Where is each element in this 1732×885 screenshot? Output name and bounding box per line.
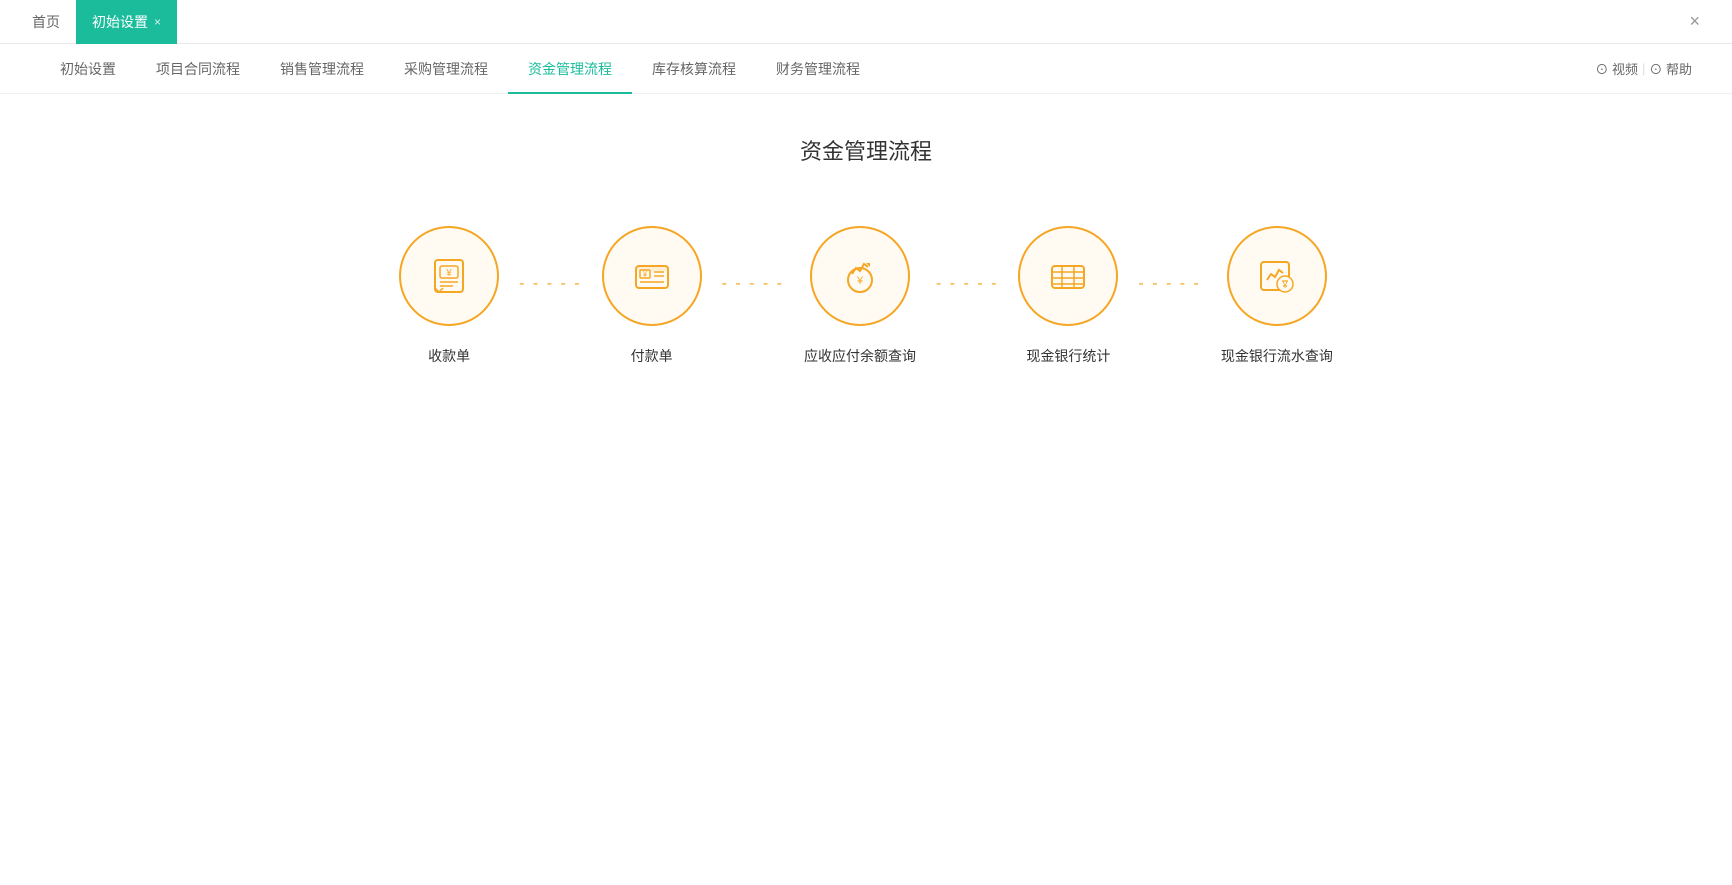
home-tab[interactable]: 首页 [16, 0, 76, 44]
nav-divider: | [1642, 61, 1645, 76]
window-close-button[interactable]: × [1673, 11, 1716, 32]
nav-right-actions: ⊙ 视频 | ⊙ 帮助 [1595, 59, 1692, 78]
flow-item-cash-flow-circle: ¥ [1227, 226, 1327, 326]
flow-item-cash-bank-label: 现金银行统计 [1026, 346, 1110, 366]
nav-item-fund-mgmt[interactable]: 资金管理流程 [508, 44, 632, 94]
flow-item-cash-bank-circle [1018, 226, 1118, 326]
top-bar: 首页 初始设置 × × [0, 0, 1732, 44]
nav-item-purchase-mgmt[interactable]: 采购管理流程 [384, 44, 508, 94]
receivable-icon: ¥ [836, 252, 884, 300]
close-icon[interactable]: × [154, 15, 161, 29]
flow-item-cash-flow[interactable]: ¥ 现金银行流水查询 [1221, 226, 1333, 366]
flow-item-receivable-circle: ¥ [810, 226, 910, 326]
nav-item-finance-mgmt[interactable]: 财务管理流程 [756, 44, 880, 94]
nav-bar: 初始设置 项目合同流程 销售管理流程 采购管理流程 资金管理流程 库存核算流程 … [0, 44, 1732, 94]
nav-item-sales-mgmt[interactable]: 销售管理流程 [260, 44, 384, 94]
main-content: 资金管理流程 ¥ 收款单 - - - - - [0, 94, 1732, 406]
nav-item-inventory[interactable]: 库存核算流程 [632, 44, 756, 94]
connector-4: - - - - - [1118, 275, 1220, 317]
svg-text:¥: ¥ [641, 270, 647, 279]
svg-text:¥: ¥ [856, 275, 864, 287]
page-title: 资金管理流程 [800, 134, 932, 166]
nav-item-initial-setup[interactable]: 初始设置 [40, 44, 136, 94]
flow-item-payment[interactable]: ¥ 付款单 [602, 226, 702, 366]
video-link[interactable]: ⊙ 视频 [1595, 59, 1638, 78]
flow-item-receivable-label: 应收应付余额查询 [804, 346, 916, 366]
flow-item-cash-flow-label: 现金银行流水查询 [1221, 346, 1333, 366]
flow-item-receipt[interactable]: ¥ 收款单 [399, 226, 499, 366]
active-tab-label: 初始设置 [92, 12, 148, 32]
active-tab[interactable]: 初始设置 × [76, 0, 177, 44]
receipt-icon: ¥ [425, 252, 473, 300]
nav-item-project-contract[interactable]: 项目合同流程 [136, 44, 260, 94]
svg-text:¥: ¥ [445, 268, 452, 279]
flow-item-receipt-circle: ¥ [399, 226, 499, 326]
connector-2: - - - - - [702, 275, 804, 317]
connector-3: - - - - - [916, 275, 1018, 317]
connector-1: - - - - - [499, 275, 601, 317]
flow-container: ¥ 收款单 - - - - - ¥ [319, 226, 1413, 366]
flow-item-payment-label: 付款单 [631, 346, 673, 366]
flow-item-payment-circle: ¥ [602, 226, 702, 326]
flow-item-receivable[interactable]: ¥ 应收应付余额查询 [804, 226, 916, 366]
cash-bank-flow-icon: ¥ [1253, 252, 1301, 300]
flow-item-receipt-label: 收款单 [428, 346, 470, 366]
help-link[interactable]: ⊙ 帮助 [1649, 59, 1692, 78]
flow-item-cash-bank[interactable]: 现金银行统计 [1018, 226, 1118, 366]
payment-icon: ¥ [628, 252, 676, 300]
cash-bank-icon [1044, 252, 1092, 300]
